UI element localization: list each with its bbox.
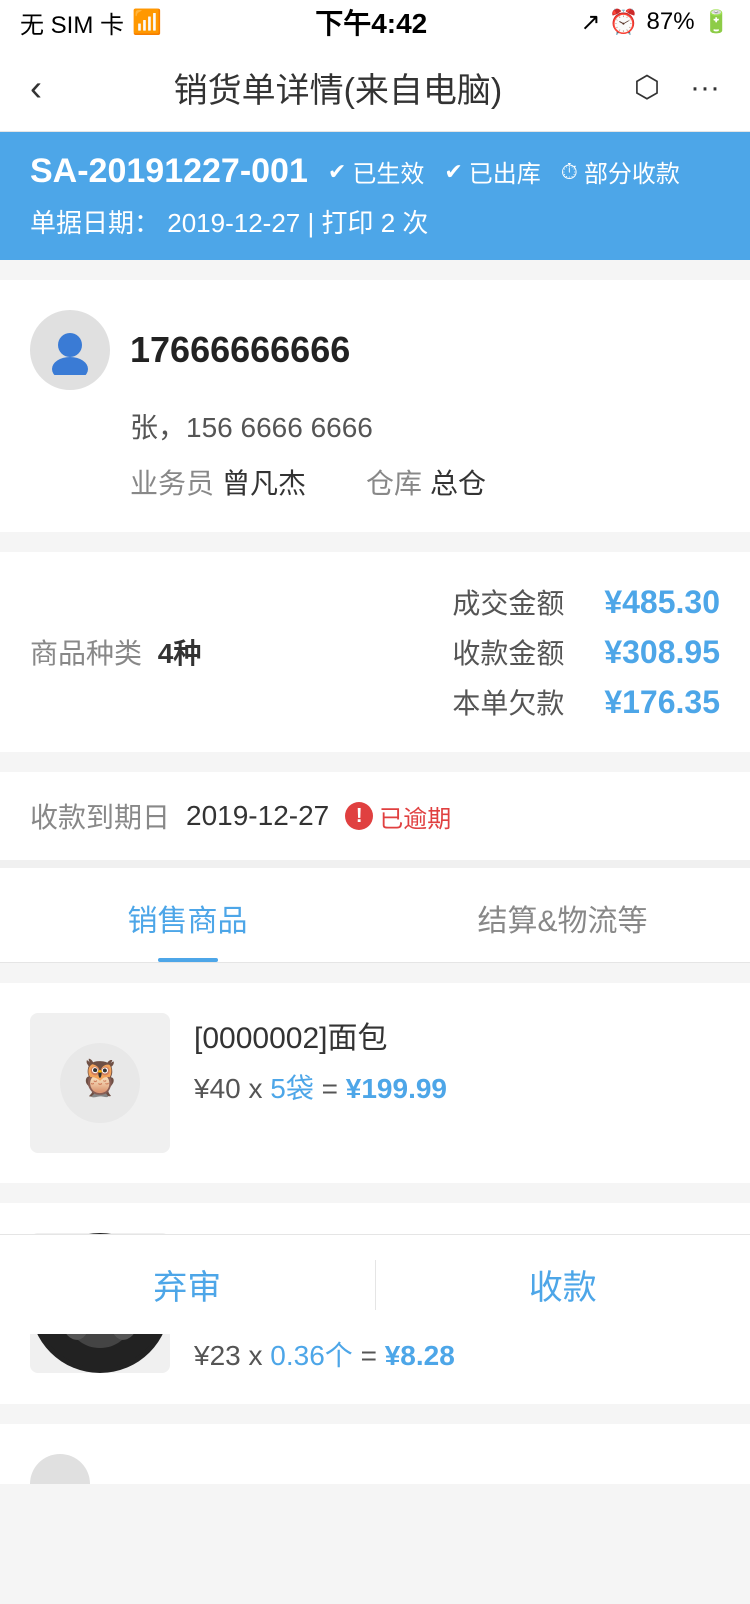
product-thumb-1: 🦉 <box>30 1013 170 1153</box>
product-name-1: [0000002]面包 <box>194 1013 720 1057</box>
overdue-icon: ! <box>345 802 373 830</box>
nav-actions: ⬡ ··· <box>634 70 720 105</box>
header-banner: SA-20191227-001 ✔ 已生效 ✔ 已出库 ⏱ 部分收款 单据日期：… <box>0 132 750 260</box>
share-button[interactable]: ⬡ <box>634 70 660 105</box>
customer-meta: 业务员 曾凡杰 仓库 总仓 <box>30 462 720 502</box>
price-total-1: ¥199.99 <box>346 1073 447 1104</box>
status-bar: 无 SIM 卡 📶 下午4:42 ↗ ⏰ 87% 🔋 <box>0 0 750 44</box>
print-text: 打印 2 次 <box>321 208 428 238</box>
nav-bar: ‹ 销货单详情(来自电脑) ⬡ ··· <box>0 44 750 132</box>
stats-section: 商品种类 4种 成交金额 ¥485.30 收款金额 ¥308.95 本单欠款 ¥… <box>0 552 750 752</box>
price-qty-2: 0.36个 <box>270 1340 353 1371</box>
bottom-bar: 弃审 收款 <box>0 1234 750 1334</box>
order-date: 2019-12-27 <box>167 208 300 238</box>
pay-label: 收款金额 <box>452 632 564 672</box>
status-time: 下午4:42 <box>315 2 427 42</box>
warehouse-value: 总仓 <box>430 462 486 502</box>
status-badge-1: ✔ 已生效 <box>328 154 424 189</box>
wifi-icon: 📶 <box>132 8 162 37</box>
product-code-1: [0000002] <box>194 1022 327 1055</box>
type-label: 商品种类 <box>30 638 142 669</box>
customer-top: 17666666666 <box>30 310 720 390</box>
location-icon: ↗ <box>581 8 601 37</box>
abandon-review-button[interactable]: 弃审 <box>0 1240 375 1329</box>
product-price-2: ¥23 x 0.36个 = ¥8.28 <box>194 1334 720 1374</box>
customer-phone: 17666666666 <box>130 329 350 371</box>
alarm-icon: ⏰ <box>609 8 639 37</box>
separator: | <box>307 208 321 238</box>
debt-value: ¥176.35 <box>604 684 720 721</box>
battery-text: 87% <box>647 8 695 36</box>
banner-top: SA-20191227-001 ✔ 已生效 ✔ 已出库 ⏱ 部分收款 <box>30 152 720 191</box>
page-title: 销货单详情(来自电脑) <box>174 63 503 112</box>
stats-right: 成交金额 ¥485.30 收款金额 ¥308.95 本单欠款 ¥176.35 <box>452 582 720 722</box>
product-info-1: [0000002]面包 ¥40 x 5袋 = ¥199.99 <box>194 1013 720 1107</box>
customer-contact: 张，156 6666 6666 <box>30 406 720 446</box>
type-count: 4种 <box>158 638 202 669</box>
price-qty-1: 5袋 <box>270 1073 314 1104</box>
due-section: 收款到期日 2019-12-27 ! 已逾期 <box>0 772 750 868</box>
customer-avatar <box>30 310 110 390</box>
status-left: 无 SIM 卡 📶 <box>20 5 162 40</box>
tab-sales-products[interactable]: 销售商品 <box>0 868 375 962</box>
salesperson-value: 曾凡杰 <box>222 462 306 502</box>
svg-text:🦉: 🦉 <box>78 1057 123 1098</box>
overdue-text: 已逾期 <box>379 799 451 834</box>
product-item-3-partial <box>0 1424 750 1484</box>
more-button[interactable]: ··· <box>690 71 720 105</box>
back-button[interactable]: ‹ <box>30 67 42 109</box>
deal-value: ¥485.30 <box>604 584 720 621</box>
price-base-1: ¥40 <box>194 1073 241 1104</box>
price-base-2: ¥23 <box>194 1340 241 1371</box>
product-thumb-3-partial <box>30 1454 90 1484</box>
warehouse-item: 仓库 总仓 <box>366 462 486 502</box>
due-label: 收款到期日 <box>30 796 170 836</box>
tab-settlement[interactable]: 结算&物流等 <box>375 868 750 962</box>
collect-payment-button[interactable]: 收款 <box>376 1240 750 1329</box>
check-icon-1: ✔ <box>328 159 346 185</box>
salesperson-item: 业务员 曾凡杰 <box>130 462 306 502</box>
debt-amount-row: 本单欠款 ¥176.35 <box>452 682 720 722</box>
customer-section: 17666666666 张，156 6666 6666 业务员 曾凡杰 仓库 总… <box>0 280 750 532</box>
status-badge-3: ⏱ 部分收款 <box>561 154 680 189</box>
banner-date-row: 单据日期： 2019-12-27 | 打印 2 次 <box>30 203 720 240</box>
stats-left: 商品种类 4种 <box>30 632 201 672</box>
date-label: 单据日期： <box>30 208 160 238</box>
clock-icon: ⏱ <box>561 159 578 185</box>
carrier-text: 无 SIM 卡 <box>20 5 124 40</box>
warehouse-label: 仓库 <box>366 462 422 502</box>
status-badge-2: ✔ 已出库 <box>444 154 540 189</box>
product-price-1: ¥40 x 5袋 = ¥199.99 <box>194 1067 720 1107</box>
due-date: 2019-12-27 <box>186 800 329 832</box>
order-id: SA-20191227-001 <box>30 152 308 191</box>
pay-amount-row: 收款金额 ¥308.95 <box>452 632 720 672</box>
price-total-2: ¥8.28 <box>385 1340 455 1371</box>
deal-label: 成交金额 <box>452 582 564 622</box>
status-right: ↗ ⏰ 87% 🔋 <box>581 8 730 37</box>
deal-amount-row: 成交金额 ¥485.30 <box>452 582 720 622</box>
battery-icon: 🔋 <box>703 9 730 35</box>
pay-value: ¥308.95 <box>604 634 720 671</box>
salesperson-label: 业务员 <box>130 462 214 502</box>
debt-label: 本单欠款 <box>452 682 564 722</box>
tabs: 销售商品 结算&物流等 <box>0 868 750 963</box>
check-icon-2: ✔ <box>444 159 462 185</box>
overdue-badge: ! 已逾期 <box>345 799 451 834</box>
product-item-1: 🦉 [0000002]面包 ¥40 x 5袋 = ¥199.99 <box>0 983 750 1183</box>
